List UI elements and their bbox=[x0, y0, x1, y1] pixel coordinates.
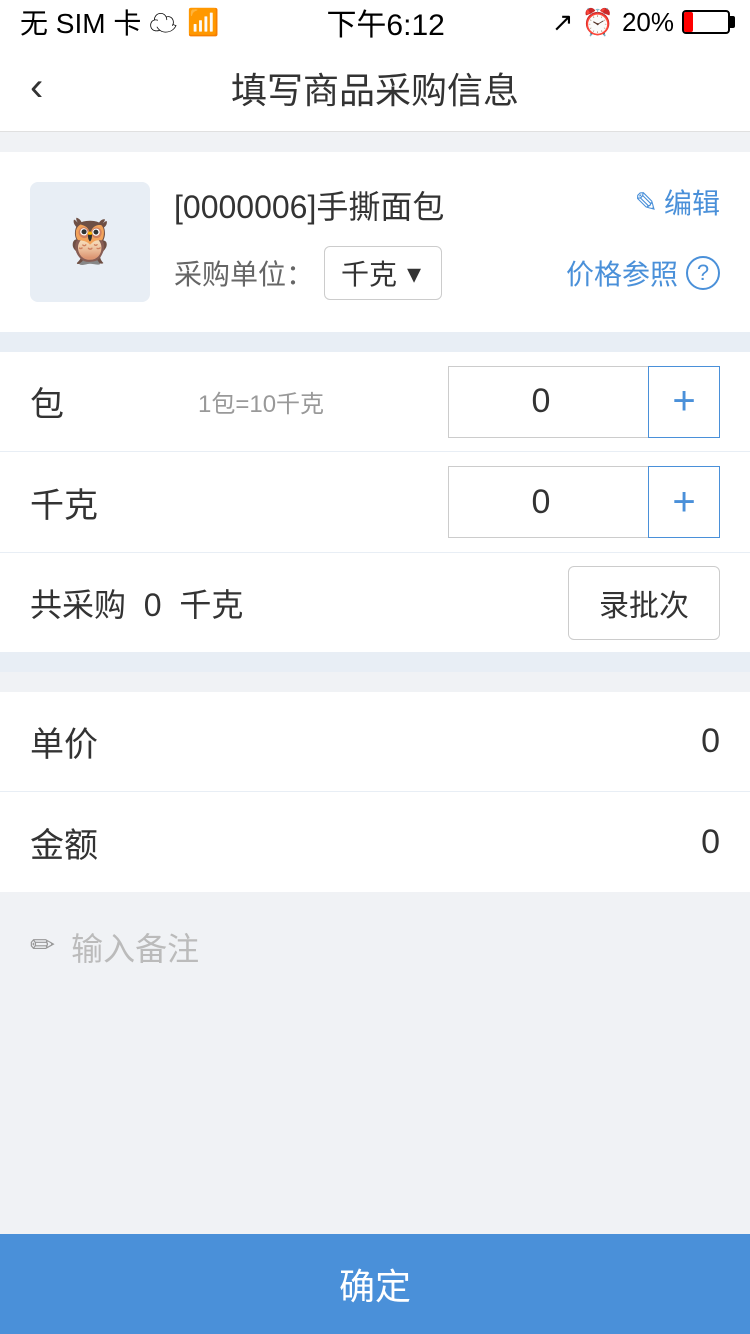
input-section: 包 1包=10千克 + 千克 + bbox=[0, 352, 750, 552]
section-divider-2 bbox=[0, 652, 750, 672]
sim-label: 无 SIM 卡 ☁ bbox=[20, 2, 177, 42]
notes-section[interactable]: ✏ 输入备注 bbox=[0, 894, 750, 1014]
bao-input-wrapper: + bbox=[448, 366, 720, 438]
product-header: [0000006]手撕面包 ✎ 编辑 bbox=[174, 182, 720, 228]
product-name: [0000006]手撕面包 bbox=[174, 182, 444, 228]
amount-label: 金额 bbox=[30, 818, 98, 867]
section-divider-1 bbox=[0, 332, 750, 352]
summary-row: 共采购 0 千克 录批次 bbox=[0, 552, 750, 652]
bao-row: 包 1包=10千克 + bbox=[0, 352, 750, 452]
product-image: 🦉 bbox=[30, 182, 150, 302]
kg-input[interactable] bbox=[448, 466, 648, 538]
bao-input[interactable] bbox=[448, 366, 648, 438]
bao-plus-button[interactable]: + bbox=[648, 366, 720, 438]
purchase-unit-row: 采购单位： 千克 ▾ 价格参照 ? bbox=[174, 246, 720, 300]
notes-placeholder: 输入备注 bbox=[71, 924, 199, 970]
product-info: [0000006]手撕面包 ✎ 编辑 采购单位： 千克 ▾ 价格参照 ? bbox=[174, 182, 720, 300]
amount-value: 0 bbox=[701, 823, 720, 862]
status-bar: 无 SIM 卡 ☁ 📶 下午6:12 ↗ ⏰ 20% bbox=[0, 0, 750, 44]
bao-label: 包 bbox=[30, 377, 190, 426]
kg-label: 千克 bbox=[30, 478, 190, 527]
product-logo: 🦉 bbox=[63, 220, 118, 264]
help-icon: ? bbox=[686, 256, 720, 290]
price-ref-label: 价格参照 bbox=[566, 253, 678, 293]
product-card: 🦉 [0000006]手撕面包 ✎ 编辑 采购单位： 千克 ▾ 价格参照 ? bbox=[0, 152, 750, 332]
wifi-icon: 📶 bbox=[187, 7, 219, 38]
status-right: ↗ ⏰ 20% bbox=[552, 7, 730, 38]
edit-icon: ✎ bbox=[635, 186, 658, 219]
batch-button[interactable]: 录批次 bbox=[568, 566, 720, 640]
back-button[interactable]: ‹ bbox=[30, 55, 63, 120]
dropdown-arrow-icon: ▾ bbox=[407, 257, 421, 290]
status-time: 下午6:12 bbox=[326, 0, 444, 44]
kg-input-wrapper: + bbox=[448, 466, 720, 538]
summary-text: 共采购 0 千克 bbox=[30, 580, 243, 626]
battery-icon bbox=[682, 10, 730, 34]
price-ref-button[interactable]: 价格参照 ? bbox=[566, 253, 720, 293]
unit-price-row: 单价 0 bbox=[0, 692, 750, 792]
unit-label: 采购单位： bbox=[174, 253, 314, 293]
pencil-icon: ✏ bbox=[30, 928, 55, 963]
nav-bar: ‹ 填写商品采购信息 bbox=[0, 44, 750, 132]
edit-button[interactable]: ✎ 编辑 bbox=[635, 182, 720, 222]
confirm-button[interactable]: 确定 bbox=[0, 1234, 750, 1334]
page-title: 填写商品采购信息 bbox=[231, 62, 519, 114]
kg-row: 千克 + bbox=[0, 452, 750, 552]
unit-price-value: 0 bbox=[701, 722, 720, 761]
price-section: 单价 0 金额 0 bbox=[0, 692, 750, 892]
unit-select[interactable]: 千克 ▾ bbox=[324, 246, 442, 300]
unit-value: 千克 bbox=[341, 253, 397, 293]
bao-sublabel: 1包=10千克 bbox=[198, 384, 324, 419]
kg-plus-button[interactable]: + bbox=[648, 466, 720, 538]
unit-price-label: 单价 bbox=[30, 717, 98, 766]
alarm-icon: ⏰ bbox=[582, 7, 614, 38]
status-left: 无 SIM 卡 ☁ 📶 bbox=[20, 2, 220, 42]
battery-pct: 20% bbox=[622, 7, 674, 38]
amount-row: 金额 0 bbox=[0, 792, 750, 892]
location-icon: ↗ bbox=[552, 7, 574, 38]
